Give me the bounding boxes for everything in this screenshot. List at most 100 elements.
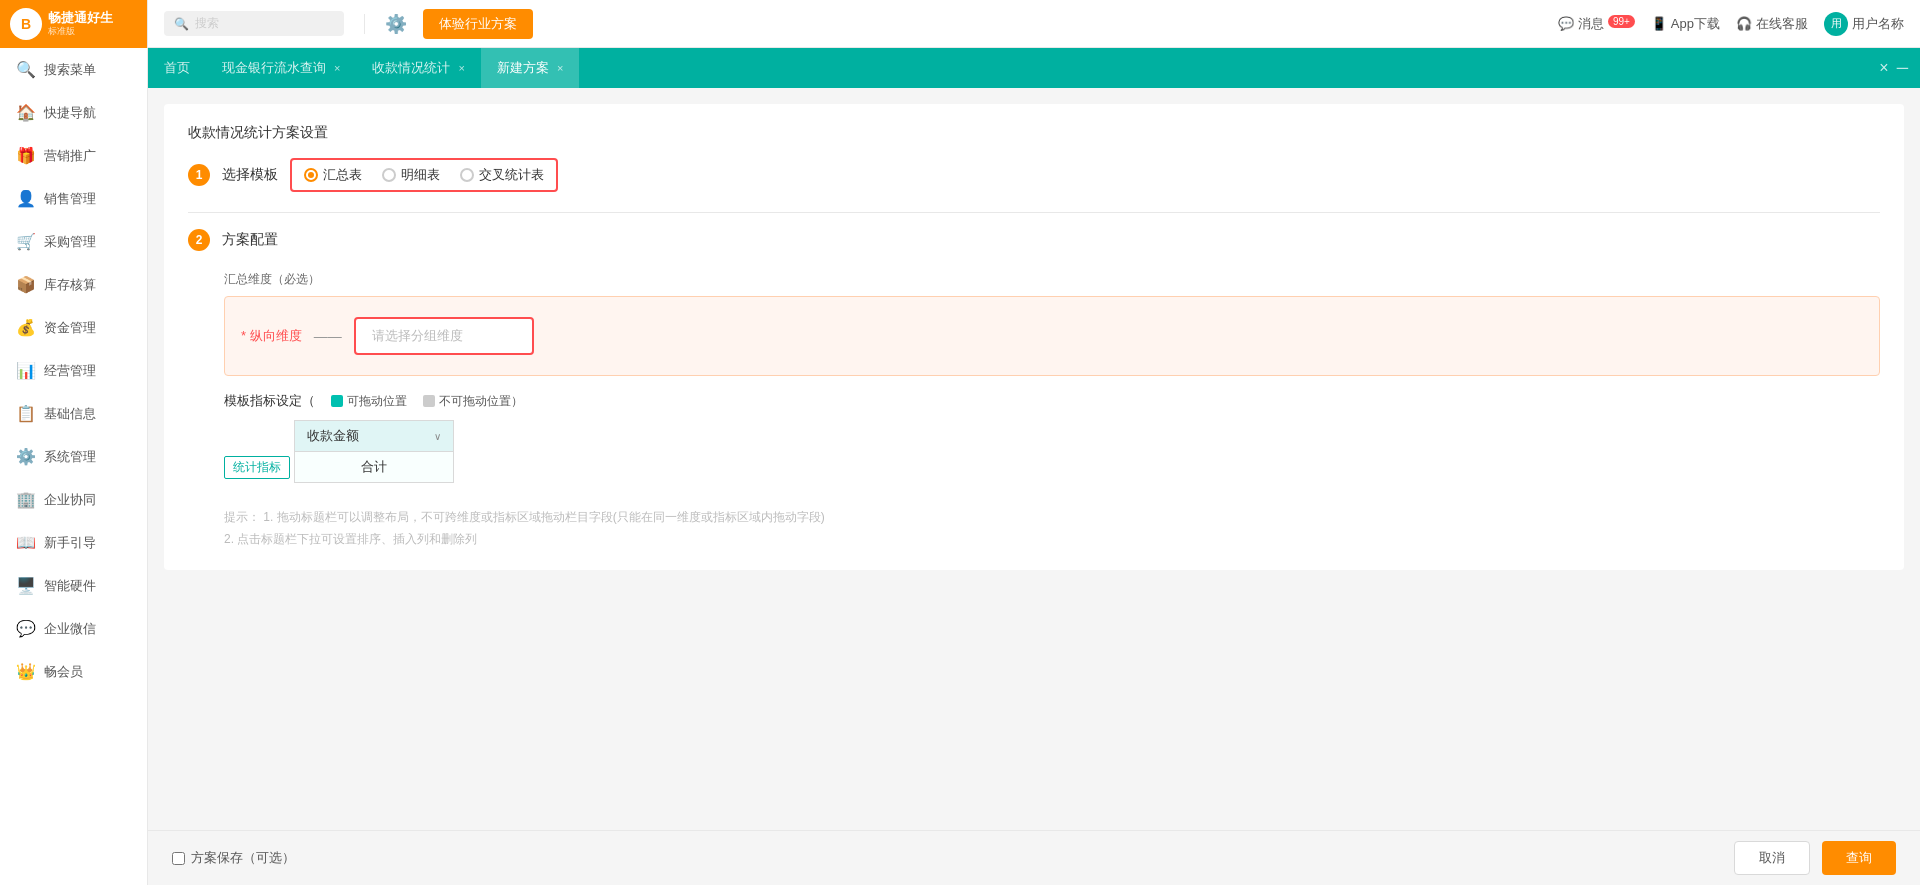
sidebar-item-label: 采购管理 bbox=[44, 233, 96, 251]
tab-home-label: 首页 bbox=[164, 59, 190, 77]
sidebar-item-label: 系统管理 bbox=[44, 448, 96, 466]
search-icon: 🔍 bbox=[174, 17, 189, 31]
radio-summary[interactable]: 汇总表 bbox=[304, 166, 362, 184]
logo-icon: B bbox=[10, 8, 42, 40]
dimension-select-box[interactable]: 请选择分组维度 bbox=[354, 317, 534, 355]
step1-title: 选择模板 bbox=[222, 166, 278, 184]
settings-gear-icon[interactable]: ⚙️ bbox=[385, 13, 407, 35]
dimension-arrow: —— bbox=[314, 328, 342, 344]
dimension-title: 汇总维度（必选） bbox=[224, 271, 1880, 288]
draggable-badge: 可拖动位置 bbox=[331, 393, 407, 410]
save-plan-checkbox-row: 方案保存（可选） bbox=[172, 849, 295, 867]
tab-bank-flow-close[interactable]: × bbox=[334, 62, 340, 74]
radio-cross-circle bbox=[460, 168, 474, 182]
bottom-actions: 取消 查询 bbox=[1734, 841, 1896, 875]
home-icon: 🏠 bbox=[16, 103, 36, 122]
sidebar-item-purchase[interactable]: 🛒 采购管理 bbox=[0, 220, 147, 263]
settings-card: 收款情况统计方案设置 1 选择模板 汇总表 明细表 bbox=[164, 104, 1904, 570]
logo-sub: 标准版 bbox=[48, 25, 113, 38]
sidebar-item-marketing[interactable]: 🎁 营销推广 bbox=[0, 134, 147, 177]
service-icon: 🎧 bbox=[1736, 16, 1752, 31]
sidebar-item-operation[interactable]: 📊 经营管理 bbox=[0, 349, 147, 392]
dimension-row: * 纵向维度 —— 请选择分组维度 bbox=[241, 317, 1863, 355]
dimension-area: * 纵向维度 —— 请选择分组维度 bbox=[224, 296, 1880, 376]
vertical-dimension-label: * 纵向维度 bbox=[241, 327, 302, 345]
sidebar-item-hardware[interactable]: 🖥️ 智能硬件 bbox=[0, 564, 147, 607]
trial-button[interactable]: 体验行业方案 bbox=[423, 9, 533, 39]
page-title: 收款情况统计方案设置 bbox=[188, 124, 1880, 142]
draggable-label: 可拖动位置 bbox=[347, 393, 407, 410]
sidebar-item-system[interactable]: ⚙️ 系统管理 bbox=[0, 435, 147, 478]
indicator-header[interactable]: 收款金额 ∨ bbox=[295, 421, 453, 452]
box-icon: 📦 bbox=[16, 275, 36, 294]
sidebar-item-guide[interactable]: 📖 新手引导 bbox=[0, 521, 147, 564]
sidebar-item-sales[interactable]: 👤 销售管理 bbox=[0, 177, 147, 220]
chevron-down-icon[interactable]: ∨ bbox=[434, 431, 441, 442]
monitor-icon: 🖥️ bbox=[16, 576, 36, 595]
settings-icon: ⚙️ bbox=[16, 447, 36, 466]
template-select-area: 汇总表 明细表 交叉统计表 bbox=[290, 158, 558, 192]
tab-collect-stat-close[interactable]: × bbox=[458, 62, 464, 74]
tab-collect-stat[interactable]: 收款情况统计 × bbox=[356, 48, 480, 88]
sidebar-logo: B 畅捷通好生 标准版 bbox=[0, 0, 147, 48]
logo-text: 畅捷通好生 bbox=[48, 10, 113, 26]
download-label: App下载 bbox=[1671, 15, 1720, 33]
sidebar-item-wechat[interactable]: 💬 企业微信 bbox=[0, 607, 147, 650]
maximize-window-icon[interactable]: ─ bbox=[1897, 59, 1908, 77]
sidebar-item-finance[interactable]: 💰 资金管理 bbox=[0, 306, 147, 349]
query-button[interactable]: 查询 bbox=[1822, 841, 1896, 875]
tab-new-plan[interactable]: 新建方案 × bbox=[481, 48, 579, 88]
indicator-cell-total: 合计 bbox=[295, 452, 453, 482]
indicator-settings-title: 模板指标设定（ bbox=[224, 392, 315, 410]
sidebar-item-quick-nav[interactable]: 🏠 快捷导航 bbox=[0, 91, 147, 134]
gift-icon: 🎁 bbox=[16, 146, 36, 165]
step2-title: 方案配置 bbox=[222, 231, 278, 249]
online-service-btn[interactable]: 🎧 在线客服 bbox=[1736, 15, 1808, 33]
sidebar-item-label: 销售管理 bbox=[44, 190, 96, 208]
chart-icon: 📊 bbox=[16, 361, 36, 380]
chat-icon: 💬 bbox=[16, 619, 36, 638]
tab-collect-stat-label: 收款情况统计 bbox=[372, 59, 450, 77]
radio-detail-label: 明细表 bbox=[401, 166, 440, 184]
indicator-header-label: 收款金额 bbox=[307, 427, 359, 445]
bottom-bar: 方案保存（可选） 取消 查询 bbox=[148, 830, 1920, 885]
notification-btn[interactable]: 💬 消息 99+ bbox=[1558, 15, 1635, 33]
topbar-search[interactable]: 🔍 搜索 bbox=[164, 11, 344, 36]
tab-bank-flow[interactable]: 现金银行流水查询 × bbox=[206, 48, 356, 88]
username-label: 用户名称 bbox=[1852, 15, 1904, 33]
sidebar-item-label: 库存核算 bbox=[44, 276, 96, 294]
notification-icon: 💬 bbox=[1558, 16, 1574, 31]
indicator-table: 收款金额 ∨ 合计 bbox=[294, 420, 454, 483]
tip-line2: 2. 点击标题栏下拉可设置排序、插入列和删除列 bbox=[224, 529, 1880, 551]
user-icon: 👤 bbox=[16, 189, 36, 208]
search-placeholder: 搜索 bbox=[195, 15, 219, 32]
tab-home[interactable]: 首页 bbox=[148, 48, 206, 88]
sidebar-item-member[interactable]: 👑 畅会员 bbox=[0, 650, 147, 693]
radio-cross-label: 交叉统计表 bbox=[479, 166, 544, 184]
sidebar-item-label: 资金管理 bbox=[44, 319, 96, 337]
book-icon: 📖 bbox=[16, 533, 36, 552]
sidebar-item-base-info[interactable]: 📋 基础信息 bbox=[0, 392, 147, 435]
indicator-settings-header: 模板指标设定（ 可拖动位置 不可拖动位置） bbox=[224, 392, 1880, 410]
sidebar-item-inventory[interactable]: 📦 库存核算 bbox=[0, 263, 147, 306]
sidebar-item-enterprise[interactable]: 🏢 企业协同 bbox=[0, 478, 147, 521]
radio-cross[interactable]: 交叉统计表 bbox=[460, 166, 544, 184]
minimize-window-icon[interactable]: × bbox=[1879, 59, 1888, 77]
tab-new-plan-label: 新建方案 bbox=[497, 59, 549, 77]
step1-section: 1 选择模板 汇总表 明细表 bbox=[188, 158, 1880, 192]
step2-badge: 2 bbox=[188, 229, 210, 251]
template-radio-group: 汇总表 明细表 交叉统计表 bbox=[304, 166, 544, 184]
download-icon: 📱 bbox=[1651, 16, 1667, 31]
main-area: 🔍 搜索 ⚙️ 体验行业方案 💬 消息 99+ 📱 App下载 🎧 在线客服 用… bbox=[148, 0, 1920, 885]
tab-new-plan-close[interactable]: × bbox=[557, 62, 563, 74]
cancel-button[interactable]: 取消 bbox=[1734, 841, 1810, 875]
user-avatar[interactable]: 用 用户名称 bbox=[1824, 12, 1904, 36]
tip-line1: 提示： 1. 拖动标题栏可以调整布局，不可跨维度或指标区域拖动栏目字段(只能在同… bbox=[224, 507, 1880, 529]
avatar: 用 bbox=[1824, 12, 1848, 36]
save-plan-checkbox[interactable] bbox=[172, 852, 185, 865]
notification-label: 消息 bbox=[1578, 15, 1604, 33]
sidebar-item-search-menu[interactable]: 🔍 搜索菜单 bbox=[0, 48, 147, 91]
radio-detail[interactable]: 明细表 bbox=[382, 166, 440, 184]
app-download-btn[interactable]: 📱 App下载 bbox=[1651, 15, 1720, 33]
sidebar-item-label: 营销推广 bbox=[44, 147, 96, 165]
